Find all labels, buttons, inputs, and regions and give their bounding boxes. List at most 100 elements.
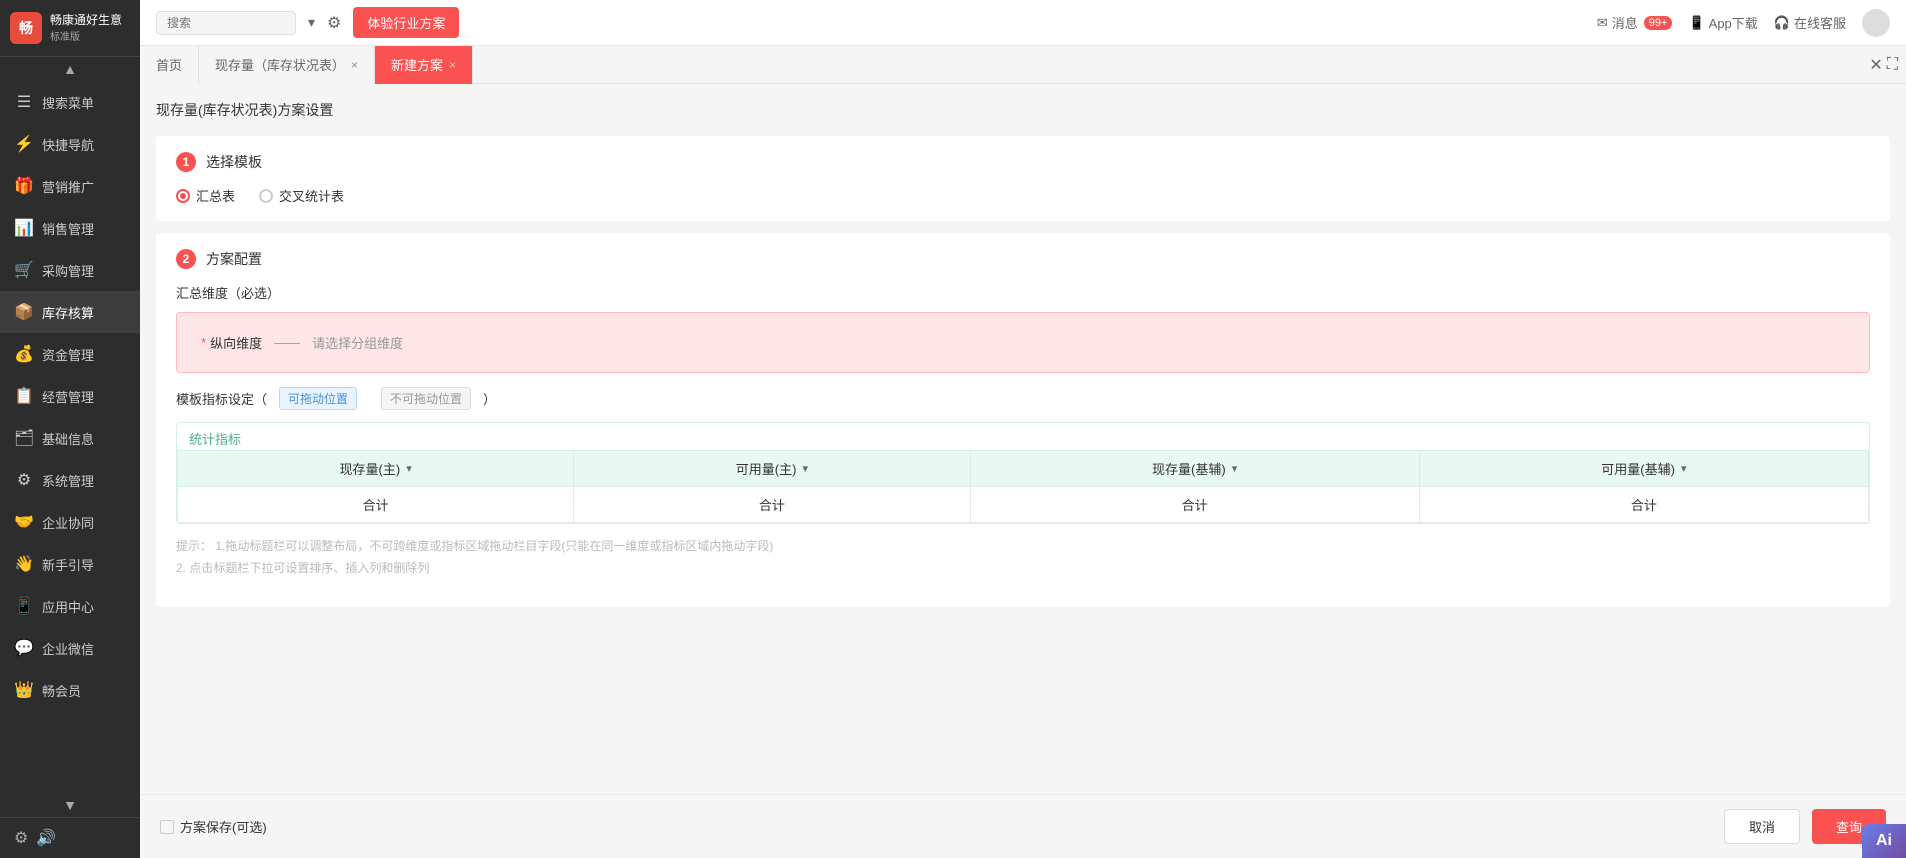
sidebar-item-label: 快捷导航 (42, 135, 94, 154)
tab-label: 首页 (156, 55, 182, 74)
col-available-main[interactable]: 可用量(主) ▾ (574, 451, 970, 487)
sidebar-item-basic-info[interactable]: 🗂 基础信息 (0, 417, 140, 459)
tab-inventory-status[interactable]: 现存量（库存状况表） × (199, 46, 375, 84)
sidebar-item-sales[interactable]: 📊 销售管理 (0, 207, 140, 249)
dimension-box[interactable]: * 纵向维度 —— 请选择分组维度 (176, 312, 1870, 373)
sidebar-item-label: 销售管理 (42, 219, 94, 238)
table-cell: 合计 (574, 487, 970, 523)
chevron-down-icon: ▾ (1681, 462, 1687, 475)
tip2: 2. 点击标题栏下拉可设置排序、插入列和删除列 (176, 561, 429, 575)
footer-bar: 方案保存(可选) 取消 查询 (140, 794, 1906, 858)
indicator-setting-close-paren: ） (483, 389, 496, 408)
col-available-aux[interactable]: 可用量(基辅) ▾ (1419, 451, 1868, 487)
stats-table-header-label: 统计指标 (177, 423, 1869, 450)
message-icon: ✉ (1597, 15, 1608, 31)
sidebar-item-quick-nav[interactable]: ⚡ 快捷导航 (0, 123, 140, 165)
step1-title: 选择模板 (206, 152, 262, 172)
sidebar-logo-text: 畅康通好生意 标准版 (50, 13, 122, 44)
col-current-aux[interactable]: 现存量(基辅) ▾ (970, 451, 1419, 487)
save-option: 方案保存(可选) (160, 817, 267, 836)
sidebar-logo: 畅 畅康通好生意 标准版 (0, 0, 140, 57)
radio-summary[interactable] (176, 189, 190, 203)
app-logo-icon: 畅 (10, 12, 42, 44)
enterprise-icon: 🤝 (14, 512, 34, 532)
sidebar-item-label: 畅会员 (42, 681, 81, 700)
sidebar-item-label: 搜索菜单 (42, 93, 94, 112)
basic-info-icon: 🗂 (14, 428, 34, 448)
sidebar-item-app-center[interactable]: 📱 应用中心 (0, 585, 140, 627)
sales-icon: 📊 (14, 218, 34, 238)
user-avatar[interactable] (1862, 9, 1890, 37)
table-cell: 合计 (178, 487, 574, 523)
sidebar-settings-button[interactable]: ⚙ (14, 828, 28, 848)
sidebar-item-enterprise[interactable]: 🤝 企业协同 (0, 501, 140, 543)
finance-icon: 💰 (14, 344, 34, 364)
sidebar-item-wechat[interactable]: 💬 企业微信 (0, 627, 140, 669)
dimension-required-mark: * (201, 335, 206, 350)
topbar: ▾ ⚙ 体验行业方案 ✉ 消息 99+ 📱 App下载 🎧 在线客服 (140, 0, 1906, 46)
sidebar-bottom: ⚙ 🔊 (0, 817, 140, 858)
tab-expand-button[interactable]: ⛶ (1887, 56, 1898, 74)
online-service-button[interactable]: 🎧 在线客服 (1774, 13, 1846, 32)
cancel-button[interactable]: 取消 (1724, 809, 1800, 844)
dimension-placeholder: 请选择分组维度 (312, 333, 403, 352)
dimension-name: 纵向维度 (210, 333, 262, 352)
radio-cross[interactable] (259, 189, 273, 203)
dimension-section-label: 汇总维度（必选） (176, 283, 1870, 302)
tip1: 1.拖动标题栏可以调整布局，不可跨维度或指标区域拖动栏目字段(只能在同一维度或指… (215, 539, 773, 553)
sidebar-item-label: 资金管理 (42, 345, 94, 364)
sidebar-item-newbie[interactable]: 👋 新手引导 (0, 543, 140, 585)
template-option-summary[interactable]: 汇总表 (176, 186, 235, 205)
sidebar-item-search-menu[interactable]: ☰ 搜索菜单 (0, 81, 140, 123)
app-center-icon: 📱 (14, 596, 34, 616)
stats-table: 现存量(主) ▾ 可用量(主) ▾ (177, 450, 1869, 523)
app-download-button[interactable]: 📱 App下载 (1688, 13, 1757, 32)
sidebar-item-finance[interactable]: 💰 资金管理 (0, 333, 140, 375)
tip-title: 提示： (176, 539, 212, 553)
sidebar-item-marketing[interactable]: 🎁 营销推广 (0, 165, 140, 207)
step2-title: 方案配置 (206, 249, 262, 269)
message-button[interactable]: ✉ 消息 99+ (1597, 13, 1673, 32)
sidebar-scroll-down[interactable]: ▼ (0, 793, 140, 817)
tab-collapse-button[interactable]: ✕ (1869, 55, 1882, 75)
system-icon: ⚙ (14, 470, 34, 490)
dimension-sep: —— (274, 335, 300, 350)
step1-card: 1 选择模板 汇总表 交叉统计表 (156, 136, 1890, 221)
step2-card: 2 方案配置 汇总维度（必选） * 纵向维度 —— 请选择分组维度 模板指标设定… (156, 233, 1890, 607)
industry-solution-button[interactable]: 体验行业方案 (353, 7, 459, 38)
tab-label: 新建方案 (391, 55, 443, 74)
phone-icon: 📱 (1688, 15, 1704, 31)
topbar-gear-button[interactable]: ⚙ (327, 13, 341, 33)
save-checkbox[interactable] (160, 820, 174, 834)
sidebar-item-system[interactable]: ⚙ 系统管理 (0, 459, 140, 501)
sidebar-item-label: 新手引导 (42, 555, 94, 574)
sidebar-item-member[interactable]: 👑 畅会员 (0, 669, 140, 711)
tab-new-plan[interactable]: 新建方案 × (375, 46, 473, 84)
tab-close-inventory[interactable]: × (351, 58, 358, 72)
wechat-icon: 💬 (14, 638, 34, 658)
sidebar-item-inventory[interactable]: 📦 库存核算 (0, 291, 140, 333)
tabs-actions: ✕ ⛶ (1869, 55, 1906, 75)
chevron-down-icon: ▾ (406, 462, 412, 475)
sidebar-item-label: 企业协同 (42, 513, 94, 532)
topbar-dropdown-button[interactable]: ▾ (308, 14, 315, 31)
sidebar-item-label: 采购管理 (42, 261, 94, 280)
template-option-cross[interactable]: 交叉统计表 (259, 186, 344, 205)
sidebar-sound-button[interactable]: 🔊 (36, 828, 56, 848)
inventory-icon: 📦 (14, 302, 34, 322)
sidebar-item-purchase[interactable]: 🛒 采购管理 (0, 249, 140, 291)
member-icon: 👑 (14, 680, 34, 700)
drag-badge: 可拖动位置 (279, 387, 357, 410)
step2-num: 2 (176, 249, 196, 269)
ai-badge[interactable]: Ai (1862, 824, 1906, 858)
topbar-search-input[interactable] (156, 11, 296, 35)
main-area: ▾ ⚙ 体验行业方案 ✉ 消息 99+ 📱 App下载 🎧 在线客服 首页 (140, 0, 1906, 858)
tab-home[interactable]: 首页 (140, 46, 199, 84)
sidebar-scroll-up[interactable]: ▲ (0, 57, 140, 81)
col-current-main[interactable]: 现存量(主) ▾ (178, 451, 574, 487)
indicator-setting-label: 模板指标设定（ (176, 389, 267, 408)
quick-nav-icon: ⚡ (14, 134, 34, 154)
sidebar-item-operations[interactable]: 📋 经营管理 (0, 375, 140, 417)
tab-close-new-plan[interactable]: × (449, 58, 456, 72)
chevron-down-icon: ▾ (1232, 462, 1238, 475)
